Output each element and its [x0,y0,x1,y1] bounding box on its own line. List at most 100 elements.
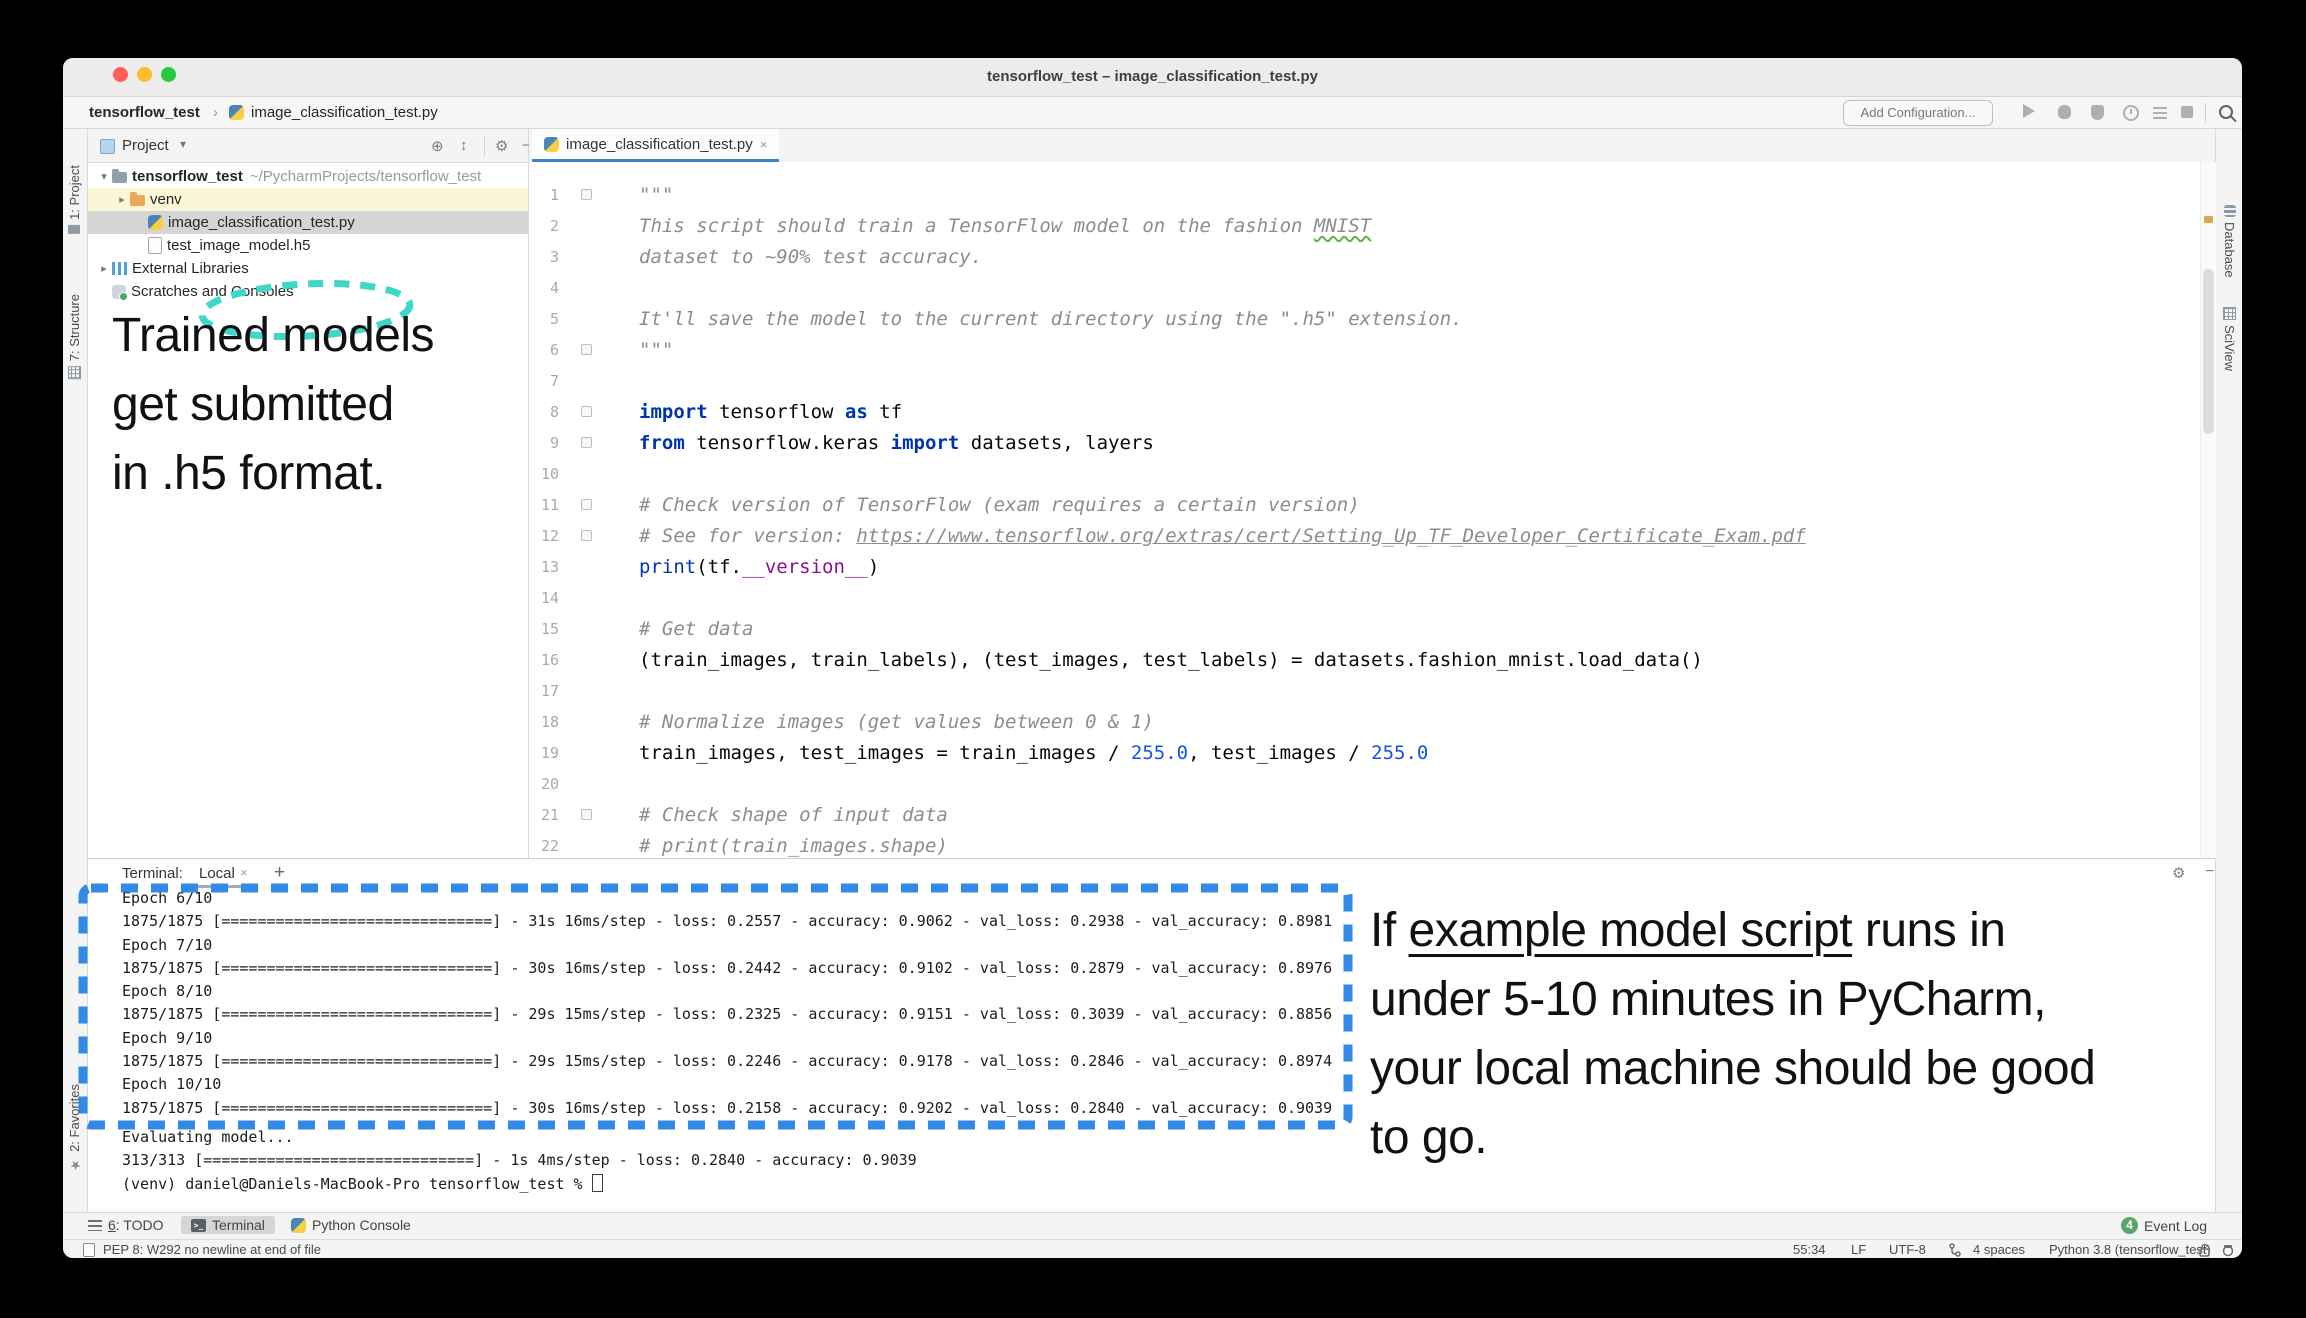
code-line-14[interactable]: 14 [529,582,2200,613]
code-line-19[interactable]: 19 train_images, test_images = train_imag… [529,737,2200,768]
code-line-22[interactable]: 22 # print(train_images.shape) [529,830,2200,858]
line-number: 10 [540,464,559,483]
code-line-17[interactable]: 17 [529,675,2200,706]
line-number: 9 [549,433,559,452]
tree-item-image-classification-test-py[interactable]: image_classification_test.py [88,211,528,234]
fold-marker-icon[interactable] [581,437,592,448]
python-interpreter[interactable]: Python 3.8 (tensorflow_test) [2049,1242,2211,1257]
terminal-line: Epoch 10/10 [122,1075,222,1094]
tab-image-classification-test[interactable]: image_classification_test.py × [532,129,780,162]
code-line-10[interactable]: 10 [529,458,2200,489]
profiler-icon[interactable] [2123,105,2139,121]
fold-marker-icon[interactable] [581,499,592,510]
indent-setting[interactable]: 4 spaces [1973,1242,2025,1257]
terminal-tab-local[interactable]: Local [199,865,235,882]
fold-marker-icon[interactable] [581,809,592,820]
run-icon[interactable] [2023,104,2035,118]
git-branch-icon[interactable] [1948,1243,1962,1258]
libraries-icon [112,262,127,275]
right-tool-strip: Database SciView [2215,129,2242,1212]
terminal-prompt[interactable]: (venv) daniel@Daniels-MacBook-Pro tensor… [122,1173,1332,1196]
collapse-all-icon[interactable]: ↕ [460,137,468,154]
close-tab-icon[interactable]: × [760,137,768,152]
caret-position[interactable]: 55:34 [1793,1242,1826,1257]
write-access-lock-icon[interactable] [2198,1243,2211,1258]
new-terminal-session-icon[interactable]: + [274,862,285,884]
code-line-5[interactable]: 5 It'll save the model to the current dir… [529,303,2200,334]
coverage-icon[interactable] [2091,105,2104,120]
chevron-down-icon[interactable]: ▾ [180,137,186,151]
code-line-6[interactable]: 6 """ [529,334,2200,365]
code-text: # Check version of TensorFlow (exam requ… [639,493,1360,516]
tree-item-tensorflow-test[interactable]: ▾ tensorflow_test ~/PycharmProjects/tensor… [88,165,528,188]
line-number: 6 [549,340,559,359]
code-line-2[interactable]: 2 This script should train a TensorFlow m… [529,210,2200,241]
terminal-gear-icon[interactable]: ⚙ [2172,864,2185,882]
code-line-9[interactable]: 9 from tensorflow.keras import datasets, … [529,427,2200,458]
event-log-button[interactable]: 4 Event Log [2121,1217,2207,1234]
tool-button-database[interactable]: Database [2222,205,2237,278]
breadcrumb-project[interactable]: tensorflow_test [89,104,200,121]
terminal-line: Epoch 8/10 [122,982,213,1001]
code-line-21[interactable]: 21 # Check shape of input data [529,799,2200,830]
terminal-tool-window[interactable]: Terminal: Local × + ⚙ − Epoch 6/10 1875/1… [88,858,2215,1213]
fold-marker-icon[interactable] [581,530,592,541]
tree-item-external-libraries[interactable]: ▸ External Libraries [88,257,528,280]
breadcrumb-file[interactable]: image_classification_test.py [251,104,438,121]
fold-marker-icon[interactable] [581,344,592,355]
code-line-13[interactable]: 13 print(tf.__version__) [529,551,2200,582]
tree-item-venv[interactable]: ▸ venv [88,188,528,211]
tool-button-sciview-label: SciView [2222,325,2237,372]
search-everywhere-icon[interactable] [2219,105,2233,119]
tree-item-label: tensorflow_test [132,168,243,185]
gear-icon[interactable]: ⚙ [495,137,508,155]
tool-button-favorites[interactable]: ★ 2: Favorites [67,1084,82,1172]
code-line-12[interactable]: 12 # See for version: https://www.tensorf… [529,520,2200,551]
tool-button-python-console[interactable]: Python Console [291,1217,411,1233]
tool-button-todo[interactable]: 6: TODO [88,1217,164,1233]
code-line-4[interactable]: 4 [529,272,2200,303]
line-number: 14 [540,588,559,607]
line-ending[interactable]: LF [1851,1242,1866,1257]
code-line-16[interactable]: 16 (train_images, train_labels), (test_im… [529,644,2200,675]
tool-button-sciview[interactable]: SciView [2222,307,2237,371]
warning-stripe-mark[interactable] [2204,216,2213,223]
terminal-hide-icon[interactable]: − [2205,863,2214,881]
stop-icon[interactable] [2181,106,2193,118]
code-line-8[interactable]: 8 import tensorflow as tf [529,396,2200,427]
tool-button-structure[interactable]: 7: Structure [67,294,82,380]
tool-button-favorites-label: 2: Favorites [67,1084,82,1152]
code-line-18[interactable]: 18 # Normalize images (get values between… [529,706,2200,737]
file-encoding[interactable]: UTF-8 [1889,1242,1926,1257]
tree-arrow-icon[interactable]: ▸ [114,193,130,206]
code-line-15[interactable]: 15 # Get data [529,613,2200,644]
code-line-7[interactable]: 7 [529,365,2200,396]
tool-button-terminal[interactable]: >_ Terminal [181,1216,275,1234]
tool-button-project[interactable]: 1: Project [67,165,82,234]
locate-file-icon[interactable]: ⊕ [431,137,444,155]
line-number: 2 [549,216,559,235]
debug-icon[interactable] [2058,105,2071,119]
fold-marker-icon[interactable] [581,406,592,417]
scrollbar-thumb[interactable] [2203,269,2214,434]
code-line-1[interactable]: 1 """ [529,179,2200,210]
line-number: 15 [540,619,559,638]
header-divider [484,136,485,156]
project-panel-title[interactable]: Project [122,137,169,154]
python-file-icon [544,136,559,152]
tree-arrow-icon[interactable]: ▾ [96,170,112,183]
code-line-20[interactable]: 20 [529,768,2200,799]
run-configurations-icon[interactable] [2153,107,2167,119]
editor-scrollbar[interactable] [2200,162,2216,858]
navigation-bar: tensorflow_test › image_classification_t… [63,97,2242,129]
code-editor[interactable]: 1 """ 2 This script should train a TensorFl… [529,162,2200,858]
close-terminal-tab-icon[interactable]: × [240,865,248,880]
tree-arrow-icon[interactable]: ▸ [96,262,112,275]
tree-item-scratches-and-consoles[interactable]: Scratches and Consoles [88,280,528,303]
fold-marker-icon[interactable] [581,189,592,200]
add-configuration-button[interactable]: Add Configuration... [1843,100,1993,126]
code-line-3[interactable]: 3 dataset to ~90% test accuracy. [529,241,2200,272]
tree-item-test-image-model-h5[interactable]: test_image_model.h5 [88,234,528,257]
inspections-profile-icon[interactable] [2221,1243,2235,1258]
code-line-11[interactable]: 11 # Check version of TensorFlow (exam re… [529,489,2200,520]
